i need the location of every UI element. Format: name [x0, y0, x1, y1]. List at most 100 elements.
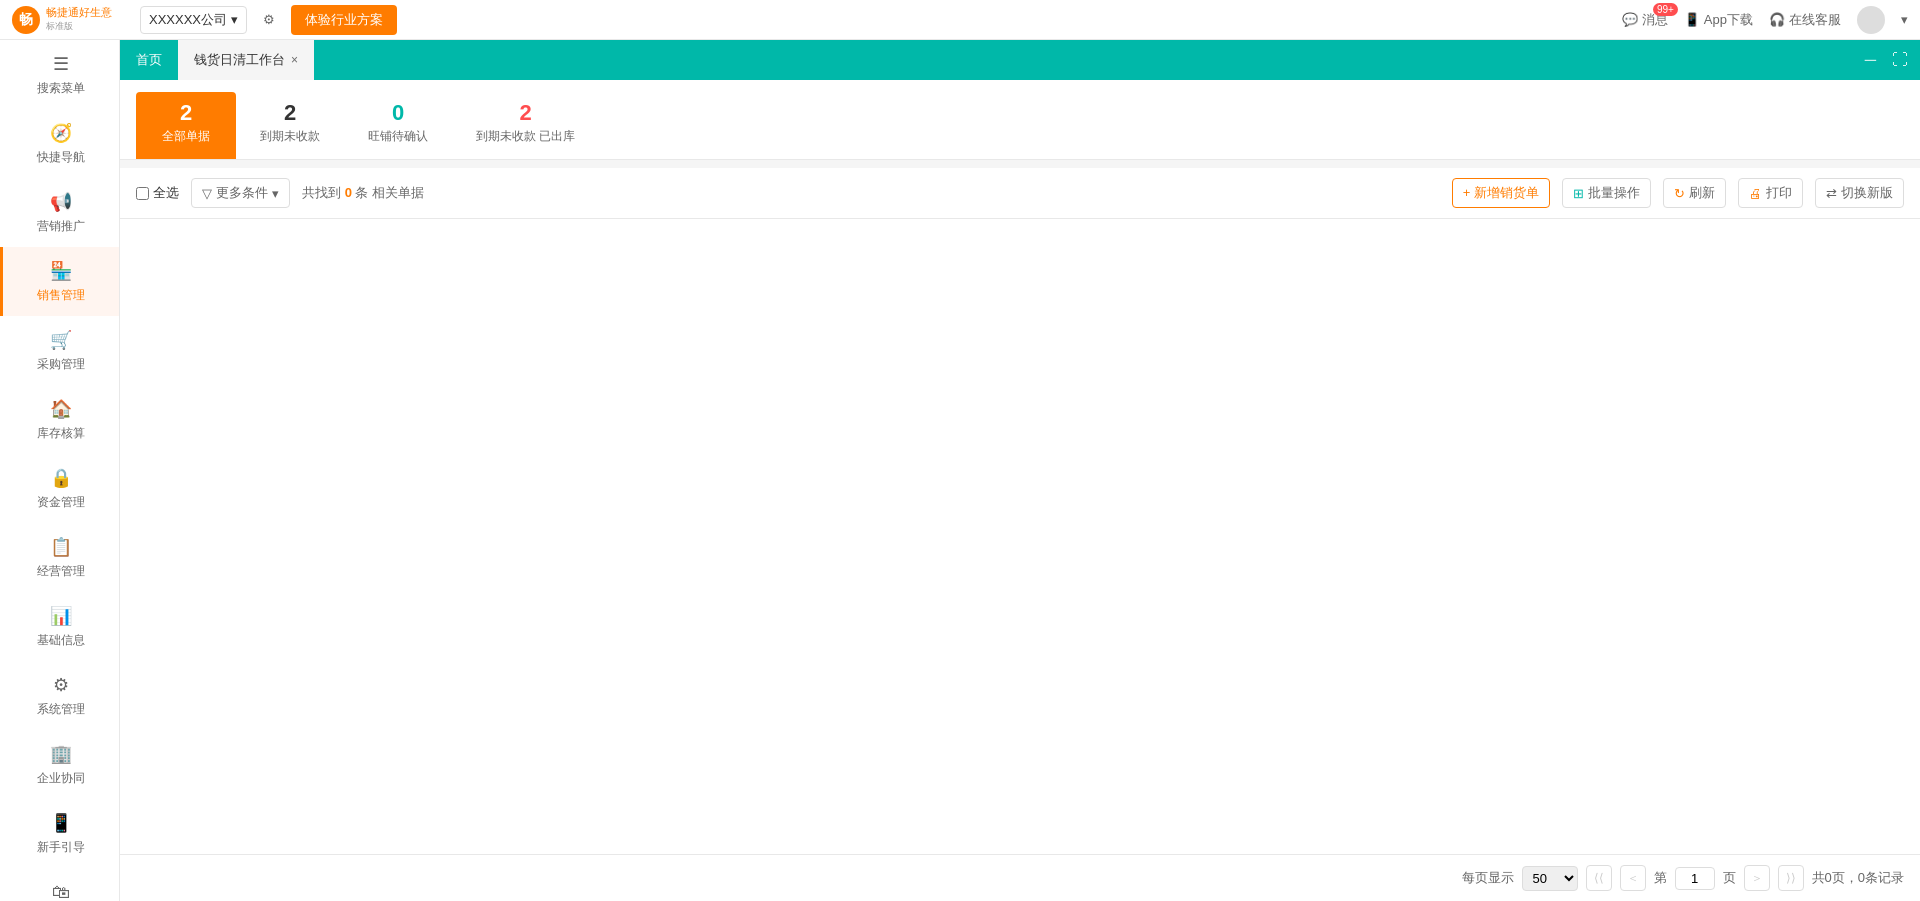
sidebar-label: 经营管理	[37, 563, 85, 580]
page-label: 第	[1654, 869, 1667, 887]
add-sales-order-button[interactable]: + 新增销货单	[1452, 178, 1550, 208]
sidebar-item-purchase[interactable]: 🛒 采购管理	[0, 316, 119, 385]
tab-minimize-button[interactable]: ─	[1861, 47, 1880, 73]
chevron-down-icon: ▾	[272, 186, 279, 201]
support-icon: 🎧	[1769, 12, 1785, 27]
tab-home[interactable]: 首页	[120, 40, 178, 80]
sales-icon: 🏪	[49, 259, 73, 283]
avatar[interactable]	[1857, 6, 1885, 34]
app-center-icon: 🛍	[49, 880, 73, 901]
stat-num-wangpu: 0	[368, 100, 428, 126]
first-page-button[interactable]: ⟨⟨	[1586, 865, 1612, 891]
sidebar-label: 搜索菜单	[37, 80, 85, 97]
messages-button[interactable]: 💬 消息 99+	[1622, 11, 1668, 29]
prev-page-button[interactable]: ＜	[1620, 865, 1646, 891]
refresh-label: 刷新	[1689, 184, 1715, 202]
print-label: 打印	[1766, 184, 1792, 202]
page-label2: 页	[1723, 869, 1736, 887]
toolbar-right: + 新增销货单 ⊞ 批量操作 ↻ 刷新 🖨 打印 ⇄	[1452, 178, 1904, 208]
enterprise-icon: 🏢	[49, 742, 73, 766]
experience-button[interactable]: 体验行业方案	[291, 5, 397, 35]
stat-label-overdue: 到期未收款	[260, 128, 320, 145]
stat-tab-overdue[interactable]: 2 到期未收款	[236, 92, 344, 159]
refresh-button[interactable]: ↻ 刷新	[1663, 178, 1726, 208]
sidebar-label: 系统管理	[37, 701, 85, 718]
sidebar-item-operations[interactable]: 📋 经营管理	[0, 523, 119, 592]
sidebar-label: 新手引导	[37, 839, 85, 856]
table-area	[120, 219, 1920, 854]
add-sales-order-label: + 新增销货单	[1463, 184, 1539, 202]
sidebar-label: 采购管理	[37, 356, 85, 373]
stat-num-overdue: 2	[260, 100, 320, 126]
print-button[interactable]: 🖨 打印	[1738, 178, 1803, 208]
logo-tag: 标准版	[46, 20, 112, 33]
marketing-icon: 📢	[49, 190, 73, 214]
sidebar-item-inventory[interactable]: 🏠 库存核算	[0, 385, 119, 454]
stat-tab-shipped[interactable]: 2 到期未收款 已出库	[452, 92, 599, 159]
select-all-checkbox[interactable]: 全选	[136, 184, 179, 202]
app-download-button[interactable]: 📱 App下载	[1684, 11, 1753, 29]
purchase-icon: 🛒	[49, 328, 73, 352]
stat-label-wangpu: 旺铺待确认	[368, 128, 428, 145]
sidebar-item-finance[interactable]: 🔒 资金管理	[0, 454, 119, 523]
logo-name: 畅捷通好生意	[46, 6, 112, 19]
user-menu[interactable]: ▾	[1901, 12, 1908, 27]
page-content: 2 全部单据 2 到期未收款 0 旺铺待确认 2 到期未收款 已出库	[120, 80, 1920, 901]
next-page-button[interactable]: ＞	[1744, 865, 1770, 891]
top-bar-right: 💬 消息 99+ 📱 App下载 🎧 在线客服 ▾	[1622, 6, 1908, 34]
app-download-label: App下载	[1704, 11, 1753, 29]
message-icon: 💬	[1622, 12, 1638, 27]
settings-button[interactable]: ⚙	[255, 6, 283, 34]
print-icon: 🖨	[1749, 186, 1762, 201]
page-size-label: 每页显示	[1462, 869, 1514, 887]
sidebar-item-basic-info[interactable]: 📊 基础信息	[0, 592, 119, 661]
switch-label: 切换新版	[1841, 184, 1893, 202]
company-selector[interactable]: XXXXXX公司 ▾	[140, 6, 247, 34]
guide-icon: 📱	[49, 811, 73, 835]
select-all-input[interactable]	[136, 187, 149, 200]
switch-version-button[interactable]: ⇄ 切换新版	[1815, 178, 1904, 208]
online-support-button[interactable]: 🎧 在线客服	[1769, 11, 1841, 29]
stat-tab-all[interactable]: 2 全部单据	[136, 92, 236, 159]
sidebar-item-system[interactable]: ⚙ 系统管理	[0, 661, 119, 730]
tab-maximize-button[interactable]: ⛶	[1888, 47, 1912, 73]
batch-operation-button[interactable]: ⊞ 批量操作	[1562, 178, 1651, 208]
last-page-button[interactable]: ⟩⟩	[1778, 865, 1804, 891]
chevron-down-icon: ▾	[1901, 12, 1908, 27]
online-support-label: 在线客服	[1789, 11, 1841, 29]
page-input[interactable]	[1675, 867, 1715, 890]
stat-num-shipped: 2	[476, 100, 575, 126]
sidebar-item-app-center[interactable]: 🛍 应用中心	[0, 868, 119, 901]
tab-workbench[interactable]: 钱货日清工作台 ×	[178, 40, 314, 80]
sidebar-item-enterprise[interactable]: 🏢 企业协同	[0, 730, 119, 799]
sidebar-label: 销售管理	[37, 287, 85, 304]
sidebar-item-guide[interactable]: 📱 新手引导	[0, 799, 119, 868]
total-text: 共0页，0条记录	[1812, 869, 1904, 887]
pagination-bar: 每页显示 20 50 100 ⟨⟨ ＜ 第 页 ＞ ⟩⟩ 共0页，0条记录	[120, 854, 1920, 901]
sidebar-label: 资金管理	[37, 494, 85, 511]
stat-label-all: 全部单据	[160, 128, 212, 145]
sidebar-item-quicknav[interactable]: 🧭 快捷导航	[0, 109, 119, 178]
stats-tabs: 2 全部单据 2 到期未收款 0 旺铺待确认 2 到期未收款 已出库	[120, 80, 1920, 160]
nav-icon: 🧭	[49, 121, 73, 145]
stat-tab-wangpu[interactable]: 0 旺铺待确认	[344, 92, 452, 159]
tab-bar: 首页 钱货日清工作台 × ─ ⛶	[120, 40, 1920, 80]
sidebar-item-search[interactable]: ☰ 搜索菜单	[0, 40, 119, 109]
found-count: 0	[345, 185, 352, 200]
sidebar-item-sales[interactable]: 🏪 销售管理	[0, 247, 119, 316]
toolbar: 全选 ▽ 更多条件 ▾ 共找到 0 条 相关单据	[120, 168, 1920, 219]
filter-button[interactable]: ▽ 更多条件 ▾	[191, 178, 290, 208]
company-name: XXXXXX公司	[149, 11, 227, 29]
sidebar-label: 基础信息	[37, 632, 85, 649]
sidebar-item-marketing[interactable]: 📢 营销推广	[0, 178, 119, 247]
select-all-label: 全选	[153, 184, 179, 202]
page-size-select[interactable]: 20 50 100	[1522, 866, 1578, 891]
tab-close-icon[interactable]: ×	[291, 53, 298, 67]
download-icon: 📱	[1684, 12, 1700, 27]
toolbar-left: 全选 ▽ 更多条件 ▾ 共找到 0 条 相关单据	[136, 178, 1440, 208]
search-icon: ☰	[49, 52, 73, 76]
batch-label: 批量操作	[1588, 184, 1640, 202]
inventory-icon: 🏠	[49, 397, 73, 421]
logo-icon: 畅	[12, 6, 40, 34]
empty-state	[120, 219, 1920, 854]
